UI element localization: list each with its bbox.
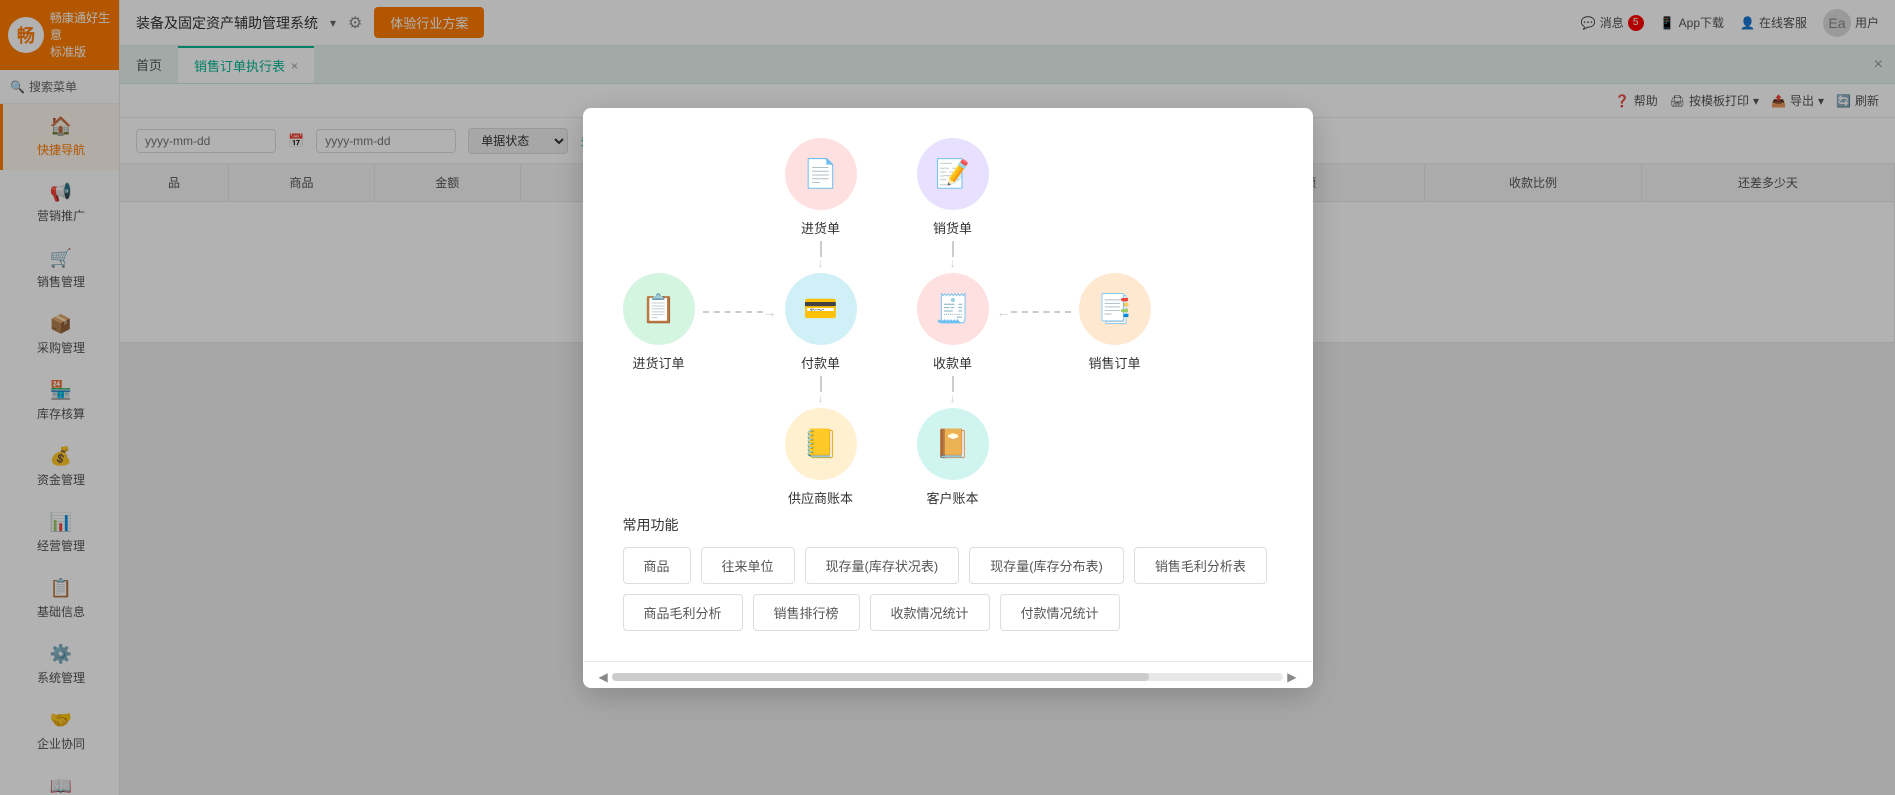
receipt-circle: 🧾	[917, 273, 989, 345]
quick-btn-销售毛利分析表[interactable]: 销售毛利分析表	[1134, 547, 1267, 584]
purchase-bill-col: 📄 进货单 ↓ 💳 付款单	[785, 138, 857, 507]
purchase-bill-label: 进货单	[801, 218, 840, 237]
sales-bill-label: 销货单	[933, 218, 972, 237]
supplier-label: 供应商账本	[788, 488, 853, 507]
quick-btn-付款情况统计[interactable]: 付款情况统计	[1000, 594, 1120, 631]
quick-btn-现存量(库存分布表)[interactable]: 现存量(库存分布表)	[969, 547, 1124, 584]
quick-btn-往来单位[interactable]: 往来单位	[701, 547, 795, 584]
sales-bill-circle: 📝	[917, 138, 989, 210]
scrollbar-thumb	[612, 673, 1149, 681]
flow-area: 📋 进货订单 → 📄 进货单 ↓	[623, 138, 1273, 507]
receipt-node: 🧾 收款单	[917, 273, 989, 372]
scrollbar-track	[612, 673, 1284, 681]
purchase-bill-node: 📄 进货单	[785, 138, 857, 237]
sales-bill-node: 📝 销货单	[917, 138, 989, 237]
quick-btn-现存量(库存状况表)[interactable]: 现存量(库存状况表)	[805, 547, 960, 584]
quick-btn-销售排行榜[interactable]: 销售排行榜	[753, 594, 860, 631]
purchase-order-label: 进货订单	[632, 353, 684, 372]
payment-circle: 💳	[785, 273, 857, 345]
customer-circle: 📔	[917, 408, 989, 480]
sales-order-col: 📑 销售订单	[1079, 273, 1151, 372]
purchase-order-col: 📋 进货订单	[623, 273, 695, 372]
supplier-circle: 📒	[785, 408, 857, 480]
quick-buttons-container: 商品往来单位现存量(库存状况表)现存量(库存分布表) 销售毛利分析表商品毛利分析销…	[623, 547, 1273, 631]
customer-label: 客户账本	[926, 488, 978, 507]
payment-node: 💳 付款单	[785, 273, 857, 372]
modal-inner: 📋 进货订单 → 📄 进货单 ↓	[583, 108, 1313, 661]
arrow-h-2: ←	[989, 304, 1079, 320]
sales-order-node: 📑 销售订单	[1079, 273, 1151, 372]
arrow-v-2: ↓	[818, 372, 824, 408]
scrollbar-right-arrow[interactable]: ▶	[1287, 670, 1296, 684]
quick-btn-收款情况统计[interactable]: 收款情况统计	[870, 594, 990, 631]
quick-functions: 常用功能 商品往来单位现存量(库存状况表)现存量(库存分布表)销售毛利分析表商品…	[623, 515, 1273, 631]
modal-scrollbar: ◀ ▶	[583, 661, 1313, 688]
purchase-order-circle: 📋	[623, 273, 695, 345]
scrollbar-left-arrow[interactable]: ◀	[599, 670, 608, 684]
payment-label: 付款单	[801, 353, 840, 372]
modal: 📋 进货订单 → 📄 进货单 ↓	[583, 108, 1313, 688]
modal-overlay[interactable]: 📋 进货订单 → 📄 进货单 ↓	[0, 0, 1895, 795]
customer-node: 📔 客户账本	[917, 408, 989, 507]
purchase-bill-circle: 📄	[785, 138, 857, 210]
quick-btn-商品[interactable]: 商品	[623, 547, 691, 584]
arrow-v-4: ↓	[950, 372, 956, 408]
quick-functions-title: 常用功能	[623, 515, 1273, 535]
arrow-v-3: ↓	[950, 237, 956, 273]
sales-order-label: 销售订单	[1088, 353, 1140, 372]
quick-btn-商品毛利分析[interactable]: 商品毛利分析	[623, 594, 743, 631]
sales-bill-col: 📝 销货单 ↓ 🧾 收款单	[917, 138, 989, 507]
purchase-order-node: 📋 进货订单	[623, 273, 695, 372]
arrow-h-1: →	[695, 304, 785, 320]
supplier-node: 📒 供应商账本	[785, 408, 857, 507]
arrow-v-1: ↓	[818, 237, 824, 273]
sales-order-circle: 📑	[1079, 273, 1151, 345]
receipt-label: 收款单	[933, 353, 972, 372]
